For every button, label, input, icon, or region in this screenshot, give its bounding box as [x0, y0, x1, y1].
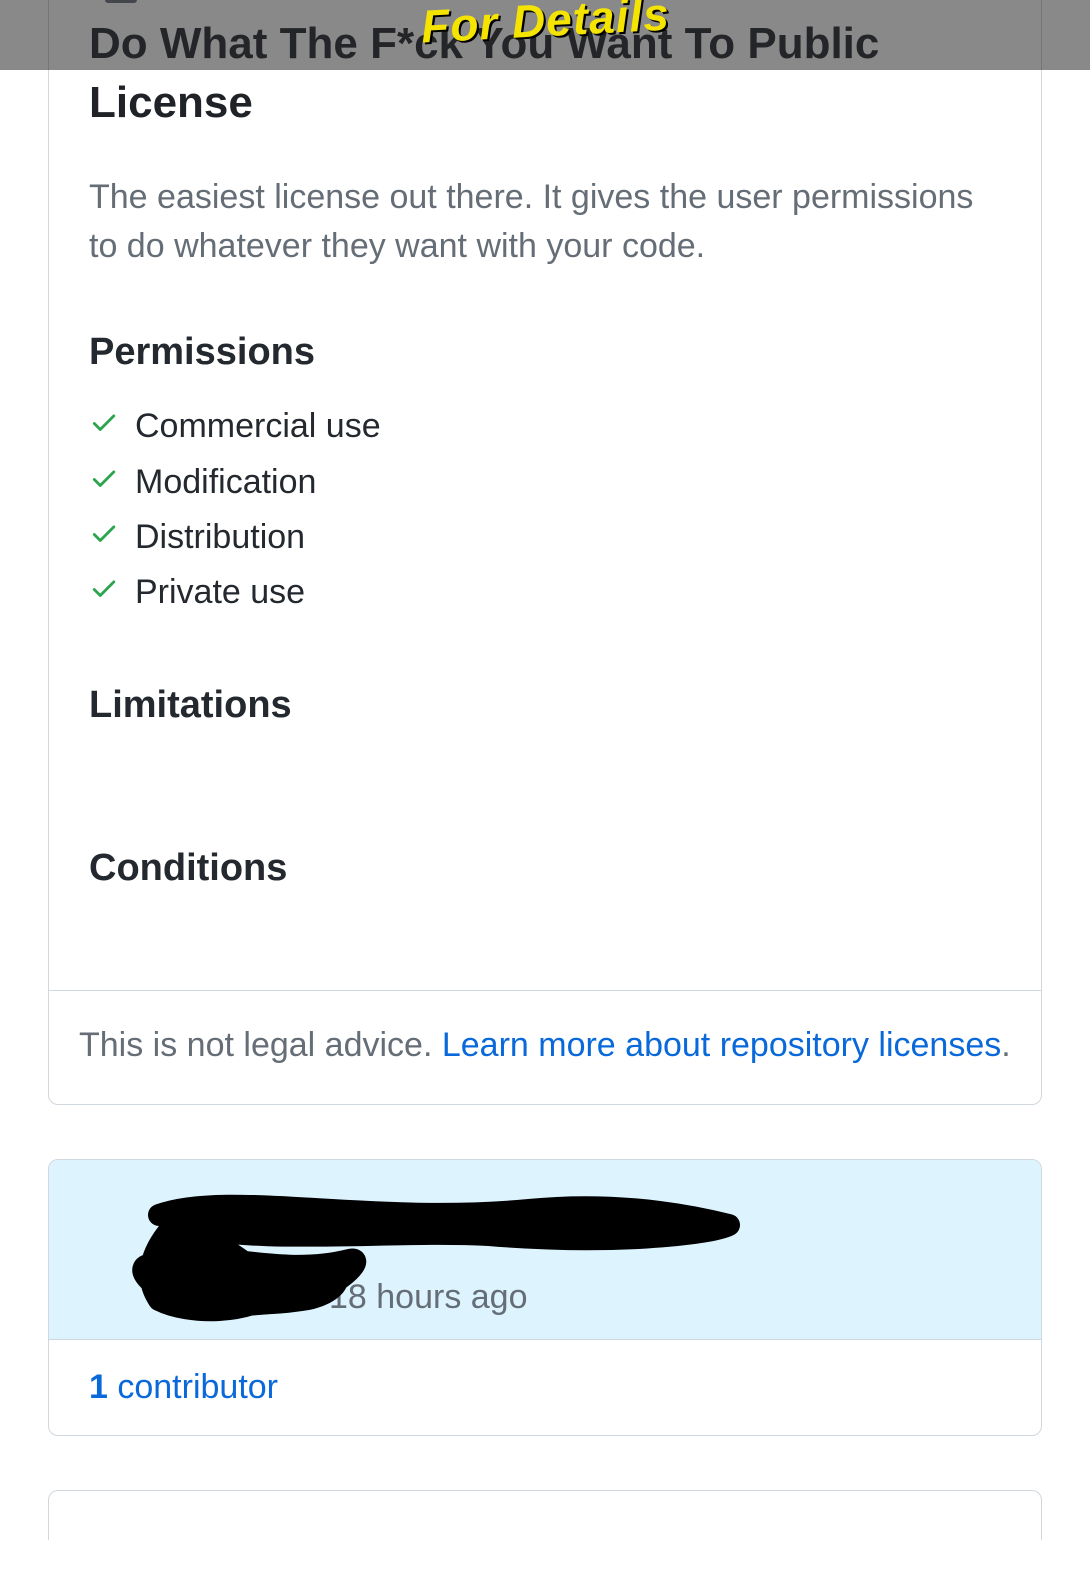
contributors-section: 1 contributor: [49, 1340, 1041, 1435]
check-icon: [89, 513, 119, 562]
check-icon: [89, 568, 119, 617]
contributor-label: contributor: [108, 1368, 278, 1406]
disclaimer-prefix: This is not legal advice.: [79, 1026, 442, 1064]
license-info-card: Do What The F*ck You Want To Public Lice…: [48, 0, 1042, 1105]
permission-label: Commercial use: [135, 402, 381, 451]
permission-label: Distribution: [135, 513, 305, 562]
check-icon: [89, 458, 119, 507]
permission-item: Commercial use: [89, 402, 1001, 451]
permission-item: Distribution: [89, 513, 1001, 562]
check-icon: [89, 402, 119, 451]
license-disclaimer: This is not legal advice. Learn more abo…: [49, 990, 1041, 1104]
permissions-list: Commercial use Modification Distribution…: [49, 384, 1041, 663]
commit-info-card: 18 hours ago 1 contributor: [48, 1159, 1042, 1436]
commit-header: 18 hours ago: [49, 1160, 1041, 1340]
conditions-heading: Conditions: [49, 827, 1041, 900]
permission-label: Modification: [135, 458, 316, 507]
limitations-empty: [49, 737, 1041, 827]
permission-label: Private use: [135, 568, 305, 617]
permissions-heading: Permissions: [49, 311, 1041, 384]
ad-overlay-banner[interactable]: CLICK HERE For Details: [0, 0, 1090, 70]
contributor-count: 1: [89, 1368, 108, 1406]
license-description: The easiest license out there. It gives …: [49, 143, 1041, 312]
limitations-heading: Limitations: [49, 664, 1041, 737]
conditions-empty: [49, 900, 1041, 990]
permission-item: Private use: [89, 568, 1001, 617]
next-card-partial: [48, 1490, 1042, 1540]
disclaimer-suffix: .: [1001, 1026, 1010, 1064]
permission-item: Modification: [89, 458, 1001, 507]
contributors-link[interactable]: 1 contributor: [89, 1368, 278, 1406]
learn-more-link[interactable]: Learn more about repository licenses: [442, 1026, 1001, 1064]
banner-text-line2: For Details: [419, 0, 670, 53]
redaction-scribble: [109, 1170, 749, 1330]
